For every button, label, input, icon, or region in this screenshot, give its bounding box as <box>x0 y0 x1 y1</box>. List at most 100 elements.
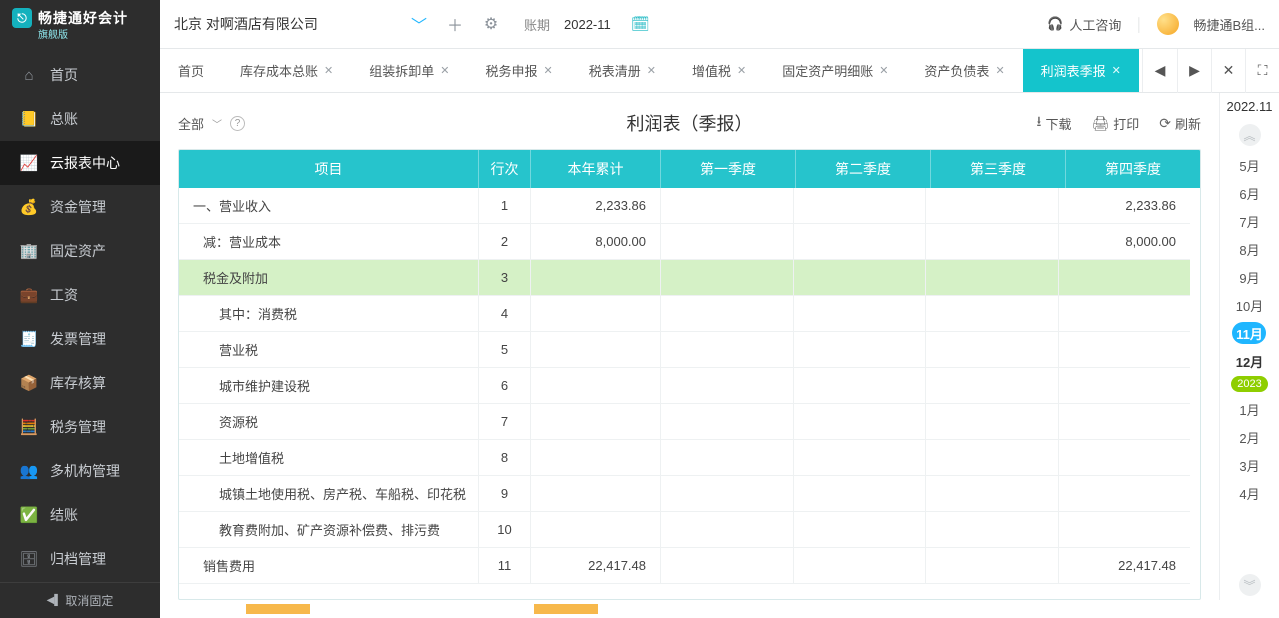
table-row[interactable]: 销售费用1122,417.4822,417.48 <box>179 548 1190 584</box>
tab-fullscreen-button[interactable]: ⛶ <box>1245 49 1279 93</box>
table-row[interactable]: 减：营业成本28,000.008,000.00 <box>179 224 1190 260</box>
tab-scroll-right-button[interactable]: ▶ <box>1177 49 1211 93</box>
filter-dropdown[interactable]: 全部 ﹀ ? <box>178 114 245 133</box>
rail-month[interactable]: 3月 <box>1232 454 1266 476</box>
nav-item-税务管理[interactable]: 🧮税务管理 <box>0 405 160 449</box>
tab-close-icon[interactable]: ✕ <box>647 64 656 77</box>
cell-item: 教育费附加、矿产资源补偿费、排污费 <box>179 512 479 547</box>
tab-scroll-left-button[interactable]: ◀ <box>1143 49 1177 93</box>
nav-item-归档管理[interactable]: 🗄归档管理 <box>0 537 160 581</box>
rail-month[interactable]: 1月 <box>1232 398 1266 420</box>
nav-icon: 🧾 <box>20 330 38 348</box>
rail-month[interactable]: 6月 <box>1232 182 1266 204</box>
nav-item-总账[interactable]: 📒总账 <box>0 97 160 141</box>
tab-税表清册[interactable]: 税表清册✕ <box>571 49 674 92</box>
tab-close-icon[interactable]: ✕ <box>324 64 333 77</box>
tab-利润表季报[interactable]: 利润表季报✕ <box>1023 49 1139 92</box>
left-sidebar: ⎋ 畅捷通好会计 旗舰版 ⌂首页📒总账📈云报表中心💰资金管理🏢固定资产💼工资🧾发… <box>0 0 160 618</box>
user-name[interactable]: 畅捷通B组... <box>1193 15 1265 34</box>
tab-增值税[interactable]: 增值税✕ <box>674 49 764 92</box>
company-selector[interactable]: 北京 对啊酒店有限公司 <box>174 14 394 34</box>
table-row[interactable]: 城市维护建设税6 <box>179 368 1190 404</box>
nav-item-资金管理[interactable]: 💰资金管理 <box>0 185 160 229</box>
nav-item-发票管理[interactable]: 🧾发票管理 <box>0 317 160 361</box>
tab-close-icon[interactable]: ✕ <box>737 64 746 77</box>
cell-q1 <box>661 188 794 223</box>
cell-q2 <box>794 296 927 331</box>
nav-item-首页[interactable]: ⌂首页 <box>0 53 160 97</box>
table-row[interactable]: 营业税5 <box>179 332 1190 368</box>
period-calendar-icon[interactable]: 🗓 <box>631 15 650 33</box>
cell-item: 资源税 <box>179 404 479 439</box>
rail-month[interactable]: 5月 <box>1232 154 1266 176</box>
nav-item-固定资产[interactable]: 🏢固定资产 <box>0 229 160 273</box>
cell-q1 <box>661 296 794 331</box>
table-row[interactable]: 一、营业收入12,233.862,233.86 <box>179 188 1190 224</box>
cell-q2 <box>794 548 927 583</box>
rail-month[interactable]: 8月 <box>1232 238 1266 260</box>
table-row[interactable]: 资源税7 <box>179 404 1190 440</box>
tab-close-icon[interactable]: ✕ <box>440 64 449 77</box>
rail-month[interactable]: 11月 <box>1232 322 1266 344</box>
unpin-sidebar-button[interactable]: ◀▌ 取消固定 <box>0 582 160 618</box>
download-button[interactable]: ⭳下载 <box>1037 111 1072 135</box>
tab-close-icon[interactable]: ✕ <box>879 64 888 77</box>
download-label: 下载 <box>1045 114 1071 133</box>
tab-close-icon[interactable]: ✕ <box>1112 64 1121 77</box>
cell-q3 <box>926 440 1059 475</box>
cell-q2 <box>794 368 927 403</box>
tab-strip: 首页库存成本总账✕组装拆卸单✕税务申报✕税表清册✕增值税✕固定资产明细账✕资产负… <box>160 49 1279 93</box>
period-value[interactable]: 2022-11 <box>564 17 611 32</box>
human-consult-button[interactable]: 🎧 人工咨询 <box>1047 15 1121 34</box>
help-icon[interactable]: ? <box>230 116 245 131</box>
tab-首页[interactable]: 首页 <box>160 49 222 92</box>
cell-q4 <box>1059 404 1191 439</box>
settings-gear-icon[interactable]: ⚙ <box>480 13 502 35</box>
rail-month[interactable]: 9月 <box>1232 266 1266 288</box>
table-row[interactable]: 土地增值税8 <box>179 440 1190 476</box>
table-row[interactable]: 其中：消费税4 <box>179 296 1190 332</box>
tab-close-icon[interactable]: ✕ <box>995 64 1004 77</box>
nav-label: 资金管理 <box>50 197 106 217</box>
nav-icon: 🧮 <box>20 418 38 436</box>
brand-logo: ⎋ 畅捷通好会计 旗舰版 <box>0 0 160 49</box>
print-button[interactable]: 🖨打印 <box>1091 114 1139 133</box>
add-icon[interactable]: ＋ <box>444 13 466 35</box>
rail-scroll-down-button[interactable]: ︾ <box>1239 574 1261 596</box>
rail-month[interactable]: 12月 <box>1232 350 1266 372</box>
tab-资产负债表[interactable]: 资产负债表✕ <box>906 49 1022 92</box>
cell-rownum: 4 <box>479 296 531 331</box>
nav-label: 多机构管理 <box>50 461 120 481</box>
rail-scroll-up-button[interactable]: ︽ <box>1239 124 1261 146</box>
tab-close-icon[interactable]: ✕ <box>544 64 553 77</box>
user-avatar[interactable] <box>1157 13 1179 35</box>
table-body[interactable]: 一、营业收入12,233.862,233.86减：营业成本28,000.008,… <box>179 188 1190 599</box>
company-dropdown-icon[interactable]: ﹀ <box>408 13 430 35</box>
cell-q3 <box>926 224 1059 259</box>
table-row[interactable]: 税金及附加3 <box>179 260 1190 296</box>
tab-税务申报[interactable]: 税务申报✕ <box>467 49 570 92</box>
nav-item-多机构管理[interactable]: 👥多机构管理 <box>0 449 160 493</box>
nav-item-云报表中心[interactable]: 📈云报表中心 <box>0 141 160 185</box>
table-row[interactable]: 教育费附加、矿产资源补偿费、排污费10 <box>179 512 1190 548</box>
rail-current-period[interactable]: 2022.11 <box>1226 99 1272 114</box>
rail-month[interactable]: 10月 <box>1232 294 1266 316</box>
tab-组装拆卸单[interactable]: 组装拆卸单✕ <box>351 49 467 92</box>
refresh-button[interactable]: ⟳刷新 <box>1159 114 1201 133</box>
rail-month[interactable]: 4月 <box>1232 482 1266 504</box>
nav-item-结账[interactable]: ✅结账 <box>0 493 160 537</box>
table-row[interactable]: 城镇土地使用税、房产税、车船税、印花税9 <box>179 476 1190 512</box>
rail-month[interactable]: 2月 <box>1232 426 1266 448</box>
tab-库存成本总账[interactable]: 库存成本总账 ✕ <box>222 49 351 92</box>
month-rail: 2022.11 ︽ 5月6月7月8月9月10月11月12月20231月2月3月4… <box>1219 93 1279 600</box>
cell-item: 城镇土地使用税、房产税、车船税、印花税 <box>179 476 479 511</box>
nav-item-库存核算[interactable]: 📦库存核算 <box>0 361 160 405</box>
cell-item: 城市维护建设税 <box>179 368 479 403</box>
cell-ytd <box>531 368 661 403</box>
cell-q1 <box>661 512 794 547</box>
tab-固定资产明细账[interactable]: 固定资产明细账✕ <box>764 49 906 92</box>
rail-month[interactable]: 7月 <box>1232 210 1266 232</box>
tab-label: 库存成本总账 <box>240 61 318 80</box>
tab-close-all-button[interactable]: ✕ <box>1211 49 1245 93</box>
nav-item-工资[interactable]: 💼工资 <box>0 273 160 317</box>
